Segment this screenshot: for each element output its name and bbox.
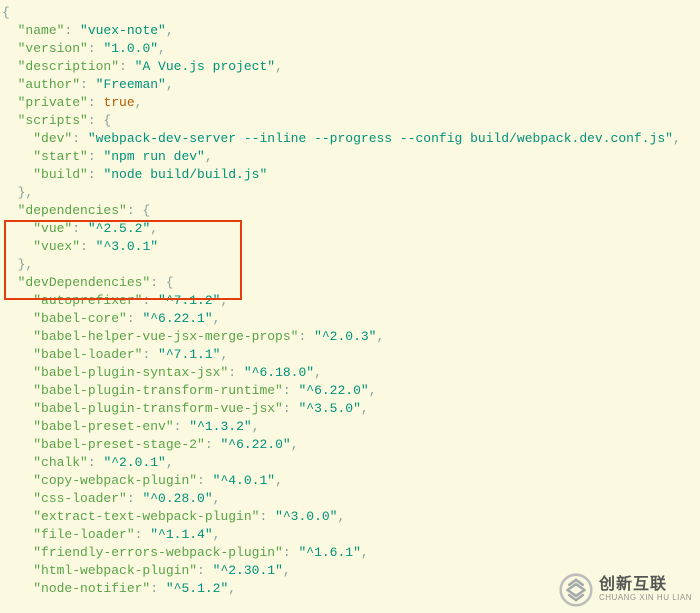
json-string: "^6.18.0" [244,365,314,380]
json-key: "babel-core" [33,311,127,326]
json-string: "^7.1.2" [158,293,220,308]
code-line: "babel-preset-env": "^1.3.2", [2,418,698,436]
json-string: "^4.0.1" [213,473,275,488]
code-line: "extract-text-webpack-plugin": "^3.0.0", [2,508,698,526]
code-line: "babel-plugin-transform-runtime": "^6.22… [2,382,698,400]
code-line: "css-loader": "^0.28.0", [2,490,698,508]
json-key: "babel-plugin-syntax-jsx" [33,365,228,380]
code-line: "build": "node build/build.js" [2,166,698,184]
json-string: "A Vue.js project" [135,59,275,74]
json-string: "^0.28.0" [142,491,212,506]
code-line: "file-loader": "^1.1.4", [2,526,698,544]
json-key: "version" [18,41,88,56]
json-string: "^6.22.0" [298,383,368,398]
json-key: "author" [18,77,80,92]
json-key: "extract-text-webpack-plugin" [33,509,259,524]
code-line: "babel-loader": "^7.1.1", [2,346,698,364]
code-line: "vue": "^2.5.2", [2,220,698,238]
json-string: "^2.0.3" [314,329,376,344]
code-line: "friendly-errors-webpack-plugin": "^1.6.… [2,544,698,562]
json-string: "Freeman" [96,77,166,92]
code-line: "node-notifier": "^5.1.2", [2,580,698,598]
code-line: "copy-webpack-plugin": "^4.0.1", [2,472,698,490]
code-line: "babel-helper-vue-jsx-merge-props": "^2.… [2,328,698,346]
code-line: "dependencies": { [2,202,698,220]
json-key: "node-notifier" [33,581,150,596]
json-code-block: { "name": "vuex-note", "version": "1.0.0… [0,0,700,602]
code-line: "name": "vuex-note", [2,22,698,40]
code-line: "vuex": "^3.0.1" [2,238,698,256]
json-string: "^6.22.1" [142,311,212,326]
json-key: "description" [18,59,119,74]
json-string: "^6.22.0" [220,437,290,452]
json-string: "^2.30.1" [213,563,283,578]
json-key: "copy-webpack-plugin" [33,473,197,488]
json-key: "babel-helper-vue-jsx-merge-props" [33,329,298,344]
code-line: "description": "A Vue.js project", [2,58,698,76]
json-key: "private" [18,95,88,110]
code-line: "scripts": { [2,112,698,130]
json-key: "babel-loader" [33,347,142,362]
json-string: "npm run dev" [103,149,204,164]
json-string: "^7.1.1" [158,347,220,362]
json-key: "dependencies" [18,203,127,218]
json-string: "^2.5.2" [88,221,150,236]
json-key: "babel-preset-stage-2" [33,437,205,452]
json-key: "autoprefixer" [33,293,142,308]
json-key: "babel-plugin-transform-runtime" [33,383,283,398]
code-line: { [2,4,698,22]
json-key: "babel-preset-env" [33,419,173,434]
json-key: "friendly-errors-webpack-plugin" [33,545,283,560]
json-key: "html-webpack-plugin" [33,563,197,578]
code-line: "devDependencies": { [2,274,698,292]
code-line: "dev": "webpack-dev-server --inline --pr… [2,130,698,148]
code-line: }, [2,184,698,202]
code-line: "babel-plugin-transform-vue-jsx": "^3.5.… [2,400,698,418]
json-string: "^1.1.4" [150,527,212,542]
json-string: "^3.0.0" [275,509,337,524]
code-line: "autoprefixer": "^7.1.2", [2,292,698,310]
code-line: "start": "npm run dev", [2,148,698,166]
json-string: "1.0.0" [103,41,158,56]
json-string: "^1.6.1" [298,545,360,560]
json-string: "^3.5.0" [298,401,360,416]
json-key: "devDependencies" [18,275,151,290]
code-line: "babel-core": "^6.22.1", [2,310,698,328]
json-key: "name" [18,23,65,38]
json-key: "dev" [33,131,72,146]
json-string: "webpack-dev-server --inline --progress … [88,131,673,146]
json-string: "^3.0.1" [96,239,158,254]
json-key: "build" [33,167,88,182]
code-line: "chalk": "^2.0.1", [2,454,698,472]
code-line: }, [2,256,698,274]
json-key: "vue" [33,221,72,236]
json-string: "^5.1.2" [166,581,228,596]
json-key: "file-loader" [33,527,134,542]
json-bool: true [103,95,134,110]
code-line: "babel-preset-stage-2": "^6.22.0", [2,436,698,454]
json-string: "vuex-note" [80,23,166,38]
json-string: "^1.3.2" [189,419,251,434]
json-key: "babel-plugin-transform-vue-jsx" [33,401,283,416]
code-line: "version": "1.0.0", [2,40,698,58]
json-string: "node build/build.js" [103,167,267,182]
code-line: "html-webpack-plugin": "^2.30.1", [2,562,698,580]
code-line: "private": true, [2,94,698,112]
json-key: "scripts" [18,113,88,128]
code-line: "author": "Freeman", [2,76,698,94]
json-string: "^2.0.1" [103,455,165,470]
json-key: "css-loader" [33,491,127,506]
json-key: "start" [33,149,88,164]
json-key: "vuex" [33,239,80,254]
json-key: "chalk" [33,455,88,470]
code-line: "babel-plugin-syntax-jsx": "^6.18.0", [2,364,698,382]
